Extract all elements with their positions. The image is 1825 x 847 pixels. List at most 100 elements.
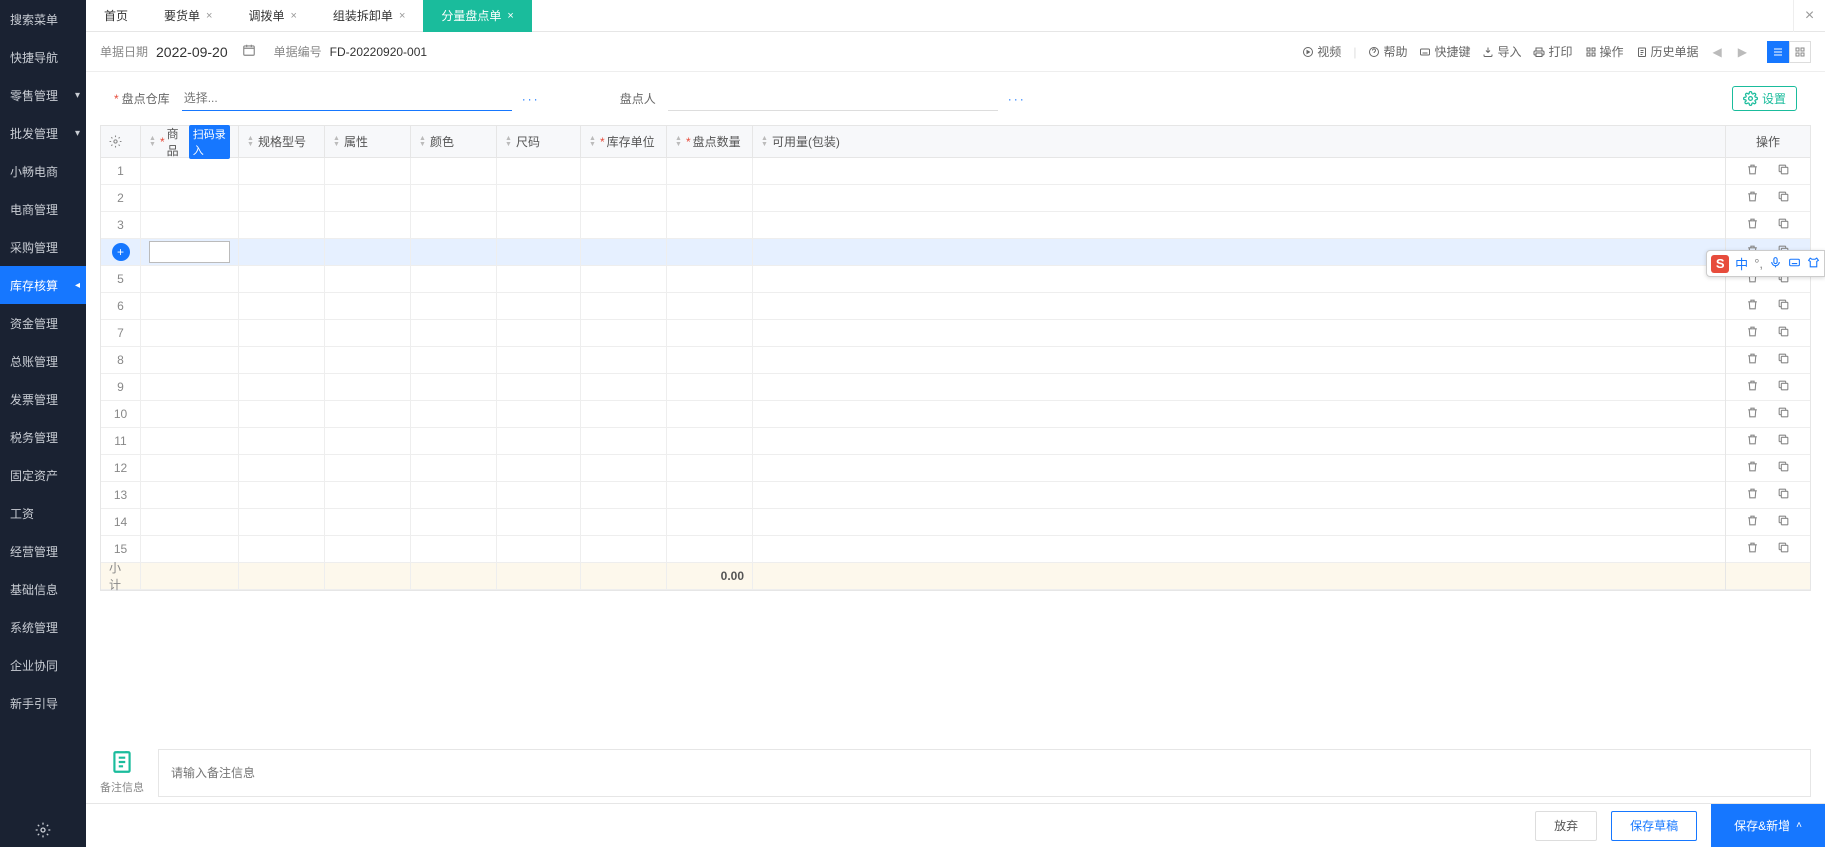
table-row[interactable]: 7 (101, 320, 1725, 347)
delete-icon[interactable] (1746, 487, 1759, 503)
table-row[interactable]: 3 (101, 212, 1725, 239)
sidebar-item-13[interactable]: 工资 (0, 494, 86, 532)
copy-icon[interactable] (1777, 217, 1790, 233)
table-row[interactable]: 2 (101, 185, 1725, 212)
delete-icon[interactable] (1746, 514, 1759, 530)
copy-icon[interactable] (1777, 541, 1790, 557)
scan-badge[interactable]: 扫码录入 (189, 125, 230, 159)
sort-icon[interactable]: ▲▼ (333, 136, 340, 148)
settings-button[interactable]: 设置 (1732, 86, 1797, 111)
person-input[interactable] (668, 87, 998, 111)
sidebar-item-14[interactable]: 经营管理 (0, 532, 86, 570)
sidebar-item-12[interactable]: 固定资产 (0, 456, 86, 494)
delete-icon[interactable] (1746, 379, 1759, 395)
tab-3[interactable]: 组装拆卸单× (315, 0, 423, 32)
warehouse-more-icon[interactable]: ··· (522, 92, 540, 106)
sidebar-item-6[interactable]: 采购管理 (0, 228, 86, 266)
calendar-icon[interactable] (242, 43, 256, 60)
table-row[interactable]: 1 (101, 158, 1725, 185)
tab-2[interactable]: 调拨单× (230, 0, 314, 32)
remark-input[interactable] (158, 749, 1811, 797)
help-action[interactable]: 帮助 (1368, 43, 1407, 60)
delete-icon[interactable] (1746, 541, 1759, 557)
list-view-icon[interactable] (1767, 41, 1789, 63)
sort-icon[interactable]: ▲▼ (149, 136, 156, 148)
close-all-tabs[interactable]: × (1793, 0, 1825, 32)
tab-1[interactable]: 要货单× (146, 0, 230, 32)
delete-icon[interactable] (1746, 325, 1759, 341)
prev-doc-icon[interactable]: ◀ (1711, 45, 1724, 59)
delete-icon[interactable] (1746, 352, 1759, 368)
sidebar-item-3[interactable]: 批发管理▾ (0, 114, 86, 152)
history-action[interactable]: 历史单据 (1636, 43, 1699, 60)
table-row[interactable]: 6 (101, 293, 1725, 320)
col-spec[interactable]: ▲▼规格型号 (239, 126, 325, 157)
col-color[interactable]: ▲▼颜色 (411, 126, 497, 157)
delete-icon[interactable] (1746, 217, 1759, 233)
close-icon[interactable]: × (507, 10, 513, 22)
sidebar-item-10[interactable]: 发票管理 (0, 380, 86, 418)
shortcut-action[interactable]: 快捷键 (1419, 43, 1470, 60)
ime-keyboard-icon[interactable] (1788, 256, 1801, 272)
discard-button[interactable]: 放弃 (1535, 811, 1597, 841)
save-draft-button[interactable]: 保存草稿 (1611, 811, 1697, 841)
import-action[interactable]: 导入 (1482, 43, 1521, 60)
ime-skin-icon[interactable] (1807, 256, 1820, 272)
sort-icon[interactable]: ▲▼ (589, 136, 596, 148)
sort-icon[interactable]: ▲▼ (675, 136, 682, 148)
col-qty[interactable]: ▲▼*盘点数量 (667, 126, 753, 157)
close-icon[interactable]: × (206, 10, 212, 22)
person-more-icon[interactable]: ··· (1008, 92, 1026, 106)
video-action[interactable]: 视频 (1302, 43, 1341, 60)
tab-4[interactable]: 分量盘点单× (423, 0, 531, 32)
delete-icon[interactable] (1746, 190, 1759, 206)
table-row[interactable]: 13 (101, 482, 1725, 509)
sidebar-item-2[interactable]: 零售管理▾ (0, 76, 86, 114)
operate-action[interactable]: 操作 (1585, 43, 1624, 60)
copy-icon[interactable] (1777, 514, 1790, 530)
sidebar-item-5[interactable]: 电商管理 (0, 190, 86, 228)
sidebar-item-15[interactable]: 基础信息 (0, 570, 86, 608)
tab-0[interactable]: 首页 (86, 0, 146, 32)
table-row[interactable]: 5 (101, 266, 1725, 293)
table-row[interactable]: 8 (101, 347, 1725, 374)
table-row[interactable]: 9 (101, 374, 1725, 401)
copy-icon[interactable] (1777, 379, 1790, 395)
save-new-button[interactable]: 保存&新增˄ (1711, 804, 1825, 847)
table-row[interactable]: 14 (101, 509, 1725, 536)
date-value[interactable]: 2022-09-20 (156, 44, 228, 60)
sidebar-item-4[interactable]: 小畅电商 (0, 152, 86, 190)
config-icon[interactable] (101, 126, 141, 157)
delete-icon[interactable] (1746, 406, 1759, 422)
sidebar-settings-icon[interactable] (0, 813, 86, 847)
delete-icon[interactable] (1746, 460, 1759, 476)
ime-mic-icon[interactable] (1769, 256, 1782, 272)
table-row[interactable]: + (101, 239, 1725, 266)
card-view-icon[interactable] (1789, 41, 1811, 63)
sidebar-item-0[interactable]: 搜索菜单 (0, 0, 86, 38)
sidebar-item-1[interactable]: 快捷导航 (0, 38, 86, 76)
sort-icon[interactable]: ▲▼ (505, 136, 512, 148)
ime-toolbar[interactable]: S 中 °, (1706, 250, 1825, 277)
warehouse-input[interactable] (182, 87, 512, 111)
sort-icon[interactable]: ▲▼ (247, 136, 254, 148)
copy-icon[interactable] (1777, 433, 1790, 449)
sort-icon[interactable]: ▲▼ (419, 136, 426, 148)
table-row[interactable]: 12 (101, 455, 1725, 482)
col-product[interactable]: ▲▼*商品扫码录入 (141, 126, 239, 157)
delete-icon[interactable] (1746, 433, 1759, 449)
ime-lang[interactable]: 中 (1735, 254, 1748, 273)
add-row-icon[interactable]: + (112, 243, 130, 261)
product-input[interactable] (149, 241, 230, 263)
table-row[interactable]: 10 (101, 401, 1725, 428)
close-icon[interactable]: × (399, 10, 405, 22)
sidebar-item-17[interactable]: 企业协同 (0, 646, 86, 684)
copy-icon[interactable] (1777, 460, 1790, 476)
copy-icon[interactable] (1777, 406, 1790, 422)
col-unit[interactable]: ▲▼*库存单位 (581, 126, 667, 157)
copy-icon[interactable] (1777, 190, 1790, 206)
delete-icon[interactable] (1746, 298, 1759, 314)
print-action[interactable]: 打印 (1533, 43, 1572, 60)
copy-icon[interactable] (1777, 298, 1790, 314)
table-row[interactable]: 11 (101, 428, 1725, 455)
